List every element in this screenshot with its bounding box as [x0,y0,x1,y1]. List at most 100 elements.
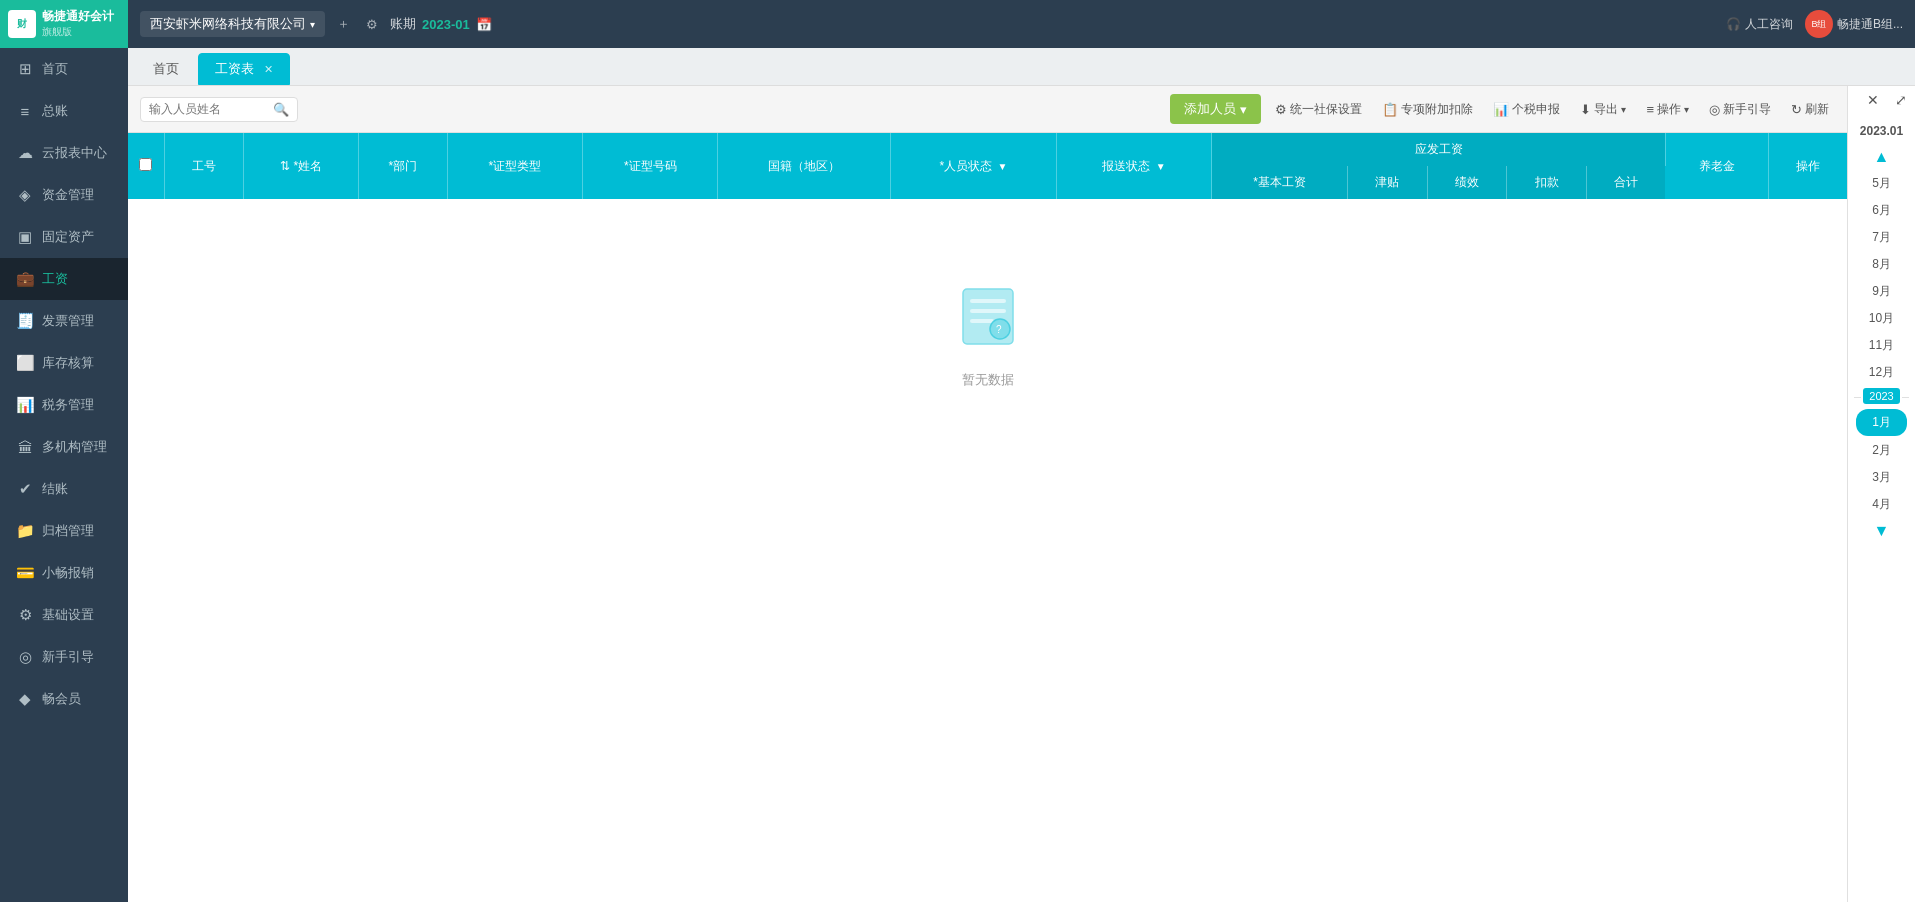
sidebar-item-label: 结账 [42,480,68,498]
panel-month-3[interactable]: 3月 [1848,464,1915,491]
tab-home[interactable]: 首页 [136,53,196,85]
guide-btn-icon: ◎ [1709,102,1720,117]
panel-month-12[interactable]: 12月 [1848,359,1915,386]
new-guide-btn[interactable]: ◎ 新手引导 [1703,97,1777,122]
company-name: 西安虾米网络科技有限公司 [150,15,306,33]
sidebar-item-member[interactable]: ◆ 畅会员 [0,678,128,720]
tax-icon: 📊 [16,396,34,414]
topbar-right: 🎧 人工咨询 B组 畅捷通B组... [1726,10,1903,38]
archive-icon: 📁 [16,522,34,540]
panel-month-8[interactable]: 8月 [1848,251,1915,278]
sidebar-item-label: 归档管理 [42,522,94,540]
tab-home-label: 首页 [153,61,179,76]
sidebar-item-label: 首页 [42,60,68,78]
sidebar-item-ledger[interactable]: ≡ 总账 [0,90,128,132]
panel-month-11[interactable]: 11月 [1848,332,1915,359]
svg-rect-3 [970,319,994,323]
refresh-btn[interactable]: ↻ 刷新 [1785,97,1835,122]
user-profile-btn[interactable]: B组 畅捷通B组... [1805,10,1903,38]
operations-dropdown-icon: ▾ [1684,104,1689,115]
panel-month-10[interactable]: 10月 [1848,305,1915,332]
svg-rect-2 [970,309,1006,313]
panel-current-period: 2023.01 [1860,118,1903,144]
panel-expand-btn[interactable]: ⤢ [1887,86,1915,114]
th-id-type: *证型类型 [447,133,582,199]
user-avatar: B组 [1805,10,1833,38]
operations-icon: ≡ [1646,102,1654,117]
sidebar-item-expense[interactable]: 💳 小畅报销 [0,552,128,594]
sidebar-item-tax[interactable]: 📊 税务管理 [0,384,128,426]
sidebar-item-label: 云报表中心 [42,144,107,162]
right-panel: ✕ ⤢ 2023.01 ▲ 5月 6月 7月 8月 9月 10月 [1847,86,1915,902]
sidebar-item-home[interactable]: ⊞ 首页 [0,48,128,90]
settings-btn[interactable]: ⚙ [362,13,382,36]
sidebar-item-label: 发票管理 [42,312,94,330]
tab-salary[interactable]: 工资表 ✕ [198,53,290,85]
panel-up-nav[interactable]: ▲ [1848,144,1915,170]
th-basic-salary: *基本工资 [1212,166,1347,199]
sidebar-item-inventory[interactable]: ⬜ 库存核算 [0,342,128,384]
sidebar-item-salary[interactable]: 💼 工资 [0,258,128,300]
account-period-label: 账期 [390,15,416,33]
add-company-btn[interactable]: ＋ [333,11,354,37]
panel-down-nav[interactable]: ▼ [1848,518,1915,544]
sidebar-item-label: 基础设置 [42,606,94,624]
search-input[interactable] [149,102,269,116]
social-security-btn[interactable]: ⚙ 统一社保设置 [1269,97,1368,122]
cloud-icon: ☁ [16,144,34,162]
th-performance: 绩效 [1427,166,1507,199]
status-filter-icon[interactable]: ▼ [998,161,1008,172]
special-deduction-btn[interactable]: 📋 专项附加扣除 [1376,97,1479,122]
table-wrap: 工号 ⇅ *姓名 *部门 *证型类型 *证型号码 国籍（地区） *人员状态 [128,133,1847,902]
th-employee-id: 工号 [164,133,244,199]
refresh-icon: ↻ [1791,102,1802,117]
sidebar: 财 畅捷通好会计 旗舰版 ⊞ 首页 ≡ 总账 ☁ 云报表中心 ◈ 资金管理 ▣ … [0,0,128,902]
tab-salary-label: 工资表 [215,61,254,76]
user-name: 畅捷通B组... [1837,16,1903,33]
sidebar-item-archive[interactable]: 📁 归档管理 [0,510,128,552]
panel-month-9[interactable]: 9月 [1848,278,1915,305]
add-dropdown-icon: ▾ [1240,102,1247,117]
new-guide-label: 新手引导 [1723,101,1771,118]
action-toolbar: 🔍 添加人员 ▾ ⚙ 统一社保设置 📋 专项附加扣除 📊 个税申报 [128,86,1847,133]
calendar-icon[interactable]: 📅 [476,17,492,32]
sidebar-item-settings[interactable]: ⚙ 基础设置 [0,594,128,636]
th-operations: 操作 [1768,133,1847,199]
personal-tax-btn[interactable]: 📊 个税申报 [1487,97,1566,122]
assets-icon: ▣ [16,228,34,246]
sidebar-item-label: 总账 [42,102,68,120]
select-all-checkbox[interactable] [139,158,152,171]
social-security-label: 统一社保设置 [1290,101,1362,118]
add-person-btn[interactable]: 添加人员 ▾ [1170,94,1261,124]
sidebar-item-checkout[interactable]: ✔ 结账 [0,468,128,510]
export-btn[interactable]: ⬇ 导出 ▾ [1574,97,1632,122]
panel-month-2[interactable]: 2月 [1848,437,1915,464]
report-filter-icon[interactable]: ▼ [1156,161,1166,172]
guide-icon: ◎ [16,648,34,666]
export-dropdown-icon: ▾ [1621,104,1626,115]
human-service-btn[interactable]: 🎧 人工咨询 [1726,16,1793,33]
panel-month-1-active[interactable]: 1月 [1856,409,1907,436]
sidebar-item-guide[interactable]: ◎ 新手引导 [0,636,128,678]
panel-month-4[interactable]: 4月 [1848,491,1915,518]
personal-tax-label: 个税申报 [1512,101,1560,118]
panel-close-btn[interactable]: ✕ [1859,86,1887,114]
sidebar-item-fixed-assets[interactable]: ▣ 固定资产 [0,216,128,258]
panel-month-7[interactable]: 7月 [1848,224,1915,251]
logo-icon: 财 [8,10,36,38]
operations-btn[interactable]: ≡ 操作 ▾ [1640,97,1695,122]
add-person-label: 添加人员 [1184,100,1236,118]
sidebar-item-multi-org[interactable]: 🏛 多机构管理 [0,426,128,468]
sidebar-item-cloud-report[interactable]: ☁ 云报表中心 [0,132,128,174]
panel-month-5[interactable]: 5月 [1848,170,1915,197]
topbar: 西安虾米网络科技有限公司 ▾ ＋ ⚙ 账期 2023-01 📅 🎧 人工咨询 B… [128,0,1915,48]
sidebar-item-invoice[interactable]: 🧾 发票管理 [0,300,128,342]
panel-month-6[interactable]: 6月 [1848,197,1915,224]
main-area: 西安虾米网络科技有限公司 ▾ ＋ ⚙ 账期 2023-01 📅 🎧 人工咨询 B… [128,0,1915,902]
invoice-icon: 🧾 [16,312,34,330]
company-selector[interactable]: 西安虾米网络科技有限公司 ▾ [140,11,325,37]
sidebar-item-label: 工资 [42,270,68,288]
tab-close-icon[interactable]: ✕ [264,63,273,75]
sidebar-item-fund[interactable]: ◈ 资金管理 [0,174,128,216]
sidebar-item-label: 资金管理 [42,186,94,204]
